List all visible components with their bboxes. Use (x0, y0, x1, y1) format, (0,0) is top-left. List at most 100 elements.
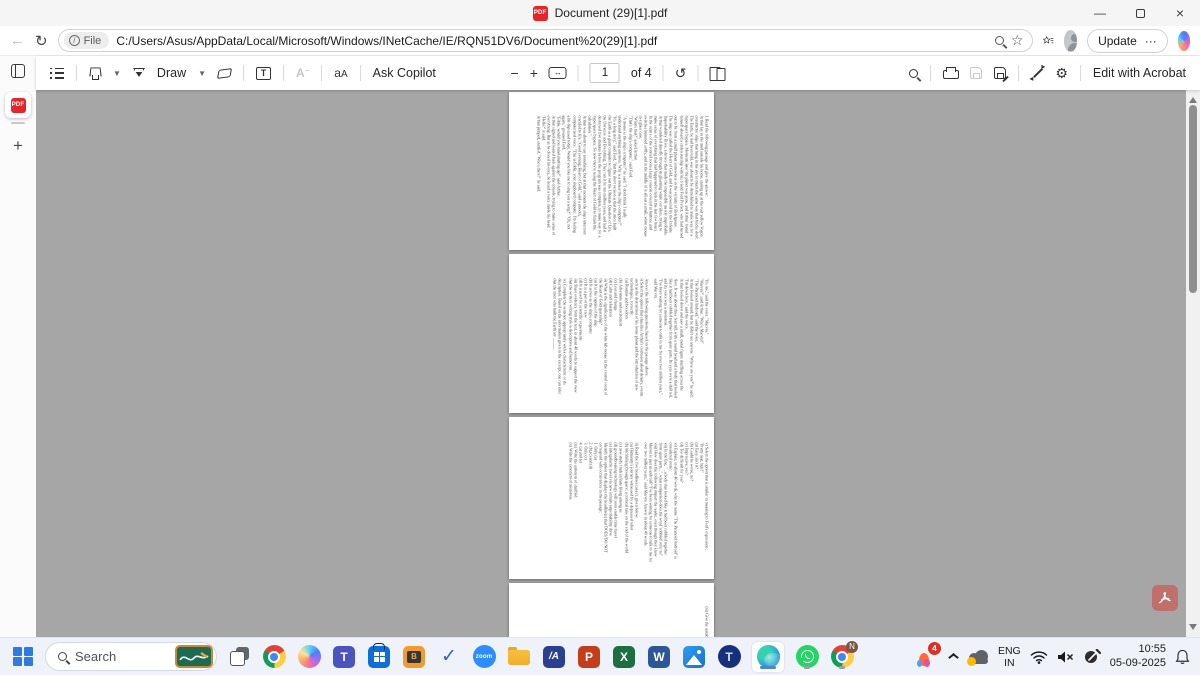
word-button[interactable]: W (646, 644, 672, 670)
address-bar[interactable]: i File C:/Users/Asus/AppData/Local/Micro… (57, 29, 1033, 52)
edge-button[interactable] (751, 641, 785, 672)
store-button[interactable] (366, 642, 392, 670)
photos-button[interactable] (681, 644, 707, 670)
page-view-icon[interactable] (709, 66, 726, 81)
notification-bell-icon[interactable] (1175, 649, 1190, 665)
scrollbar[interactable] (1186, 90, 1200, 637)
scroll-down-arrow[interactable] (1189, 624, 1197, 634)
search-daily-image[interactable] (175, 645, 213, 668)
eraser-icon[interactable] (216, 67, 233, 79)
url-text[interactable]: C:/Users/Asus/AppData/Local/Microsoft/Wi… (116, 34, 988, 48)
close-button[interactable]: × (1160, 0, 1200, 26)
chevron-down-icon[interactable]: ▼ (198, 69, 206, 78)
read-aloud-icon[interactable]: A (296, 66, 309, 80)
language-indicator[interactable]: ENG IN (998, 645, 1021, 669)
favorites-bar-icon[interactable] (1042, 33, 1054, 49)
zoom-button[interactable]: zoom (471, 644, 497, 670)
search-placeholder: Search (75, 649, 117, 664)
copilot-button[interactable] (296, 644, 322, 670)
system-tray: 4 ENG IN 10:55 05-09-2025 (915, 641, 1194, 670)
copilot-icon[interactable] (1177, 30, 1190, 51)
translate-icon[interactable] (334, 66, 347, 80)
chevron-down-icon[interactable]: ▼ (113, 69, 121, 78)
print-icon[interactable] (943, 67, 960, 80)
back-icon[interactable]: ← (10, 32, 25, 49)
excel-button[interactable]: X (611, 644, 637, 670)
browser-navbar: ← ↻ i File C:/Users/Asus/AppData/Local/M… (0, 26, 1200, 56)
tab-actions-icon[interactable] (11, 64, 25, 78)
fit-width-icon[interactable]: ↔ (548, 67, 567, 79)
search-icon[interactable] (995, 36, 1005, 45)
hidden-icons-chevron[interactable] (948, 652, 958, 662)
text-box-icon[interactable]: T (256, 66, 272, 80)
page-count-label: of 4 (630, 66, 652, 80)
zoom-in-icon[interactable]: + (530, 65, 538, 81)
minimize-button[interactable]: — (1080, 0, 1120, 26)
page-number-input[interactable]: 1 (589, 63, 620, 83)
divider (662, 65, 664, 81)
powerpoint-button[interactable]: P (576, 644, 602, 670)
clock[interactable]: 10:55 05-09-2025 (1110, 643, 1166, 670)
search-icon (58, 652, 67, 661)
task-view-icon (229, 647, 249, 666)
start-button[interactable] (10, 644, 36, 670)
save-as-icon[interactable] (994, 67, 1010, 83)
pdf-page-4[interactable]: (xi) Give the suitable title to the pass… (508, 583, 714, 637)
acrobat-float-button[interactable] (1152, 585, 1178, 611)
restore-icon (1135, 8, 1145, 18)
divider (243, 65, 245, 81)
file-chip[interactable]: i File (63, 32, 110, 49)
running-app-indicator (804, 665, 810, 669)
highlighter-icon[interactable] (89, 67, 101, 80)
zoom-out-icon[interactable]: − (511, 65, 519, 81)
volume-muted-icon[interactable] (1057, 650, 1075, 664)
draw-pen-icon[interactable] (132, 68, 145, 83)
divider (76, 65, 77, 81)
pdf-page-3[interactable]: v) Select the option that is similar in … (508, 417, 714, 579)
find-icon[interactable] (909, 68, 919, 78)
clock-date: 05-09-2025 (1109, 656, 1166, 669)
settings-gear-icon[interactable]: ⚙ (1055, 65, 1068, 82)
copilot-icon (297, 645, 321, 668)
task-view-button[interactable] (226, 644, 252, 670)
wifi-icon[interactable] (1030, 650, 1048, 664)
pdf-page-1[interactable]: I. Read the following passage and give t… (508, 92, 714, 250)
pdf-page-2[interactable]: "It's me," said the voice. "Marvin." "Mar… (508, 254, 714, 413)
window-title: Document (29)[1].pdf (554, 6, 668, 20)
profile-avatar[interactable] (1063, 29, 1078, 52)
update-button[interactable]: Update ··· (1087, 28, 1168, 53)
ask-copilot-button[interactable]: Ask Copilot (373, 66, 436, 80)
pen-input-icon[interactable] (1084, 649, 1101, 664)
new-tab-icon[interactable]: + (13, 136, 23, 156)
restore-button[interactable] (1120, 0, 1160, 26)
app-a-button[interactable]: /A (541, 644, 567, 670)
running-app-indicator (839, 665, 845, 669)
todo-button[interactable]: ✓ (436, 644, 462, 670)
teams-button[interactable]: T (331, 644, 357, 670)
monitor-tray-button[interactable]: 4 (915, 641, 941, 669)
app-b-button[interactable]: B (401, 644, 427, 670)
scrollbar-thumb[interactable] (1189, 105, 1197, 293)
contents-icon[interactable] (50, 67, 64, 79)
taskbar-search[interactable]: Search (45, 642, 217, 671)
chrome-profile-button[interactable]: N (829, 640, 858, 670)
rotate-icon[interactable]: ↺ (675, 65, 687, 82)
whatsapp-button[interactable] (794, 644, 820, 670)
onedrive-icon[interactable] (966, 649, 989, 666)
divider (697, 65, 699, 81)
draw-label[interactable]: Draw (157, 66, 186, 80)
expand-icon[interactable] (1031, 62, 1045, 79)
active-pdf-tab[interactable]: PDF (5, 92, 31, 124)
settings-menu-dots[interactable]: ··· (1145, 34, 1157, 48)
t-app-button[interactable]: T (716, 644, 742, 670)
divider (321, 65, 323, 81)
chrome-button[interactable] (261, 644, 287, 670)
onedrive-warning-badge (966, 656, 976, 666)
refresh-icon[interactable]: ↻ (35, 32, 48, 50)
scroll-up-arrow[interactable] (1189, 93, 1197, 103)
file-explorer-button[interactable] (506, 644, 532, 670)
zoom-app-icon: zoom (472, 645, 496, 668)
edit-with-acrobat-button[interactable]: Edit with Acrobat (1093, 66, 1186, 80)
favorite-star-icon[interactable]: ☆ (1011, 32, 1024, 49)
save-icon[interactable] (970, 67, 983, 79)
